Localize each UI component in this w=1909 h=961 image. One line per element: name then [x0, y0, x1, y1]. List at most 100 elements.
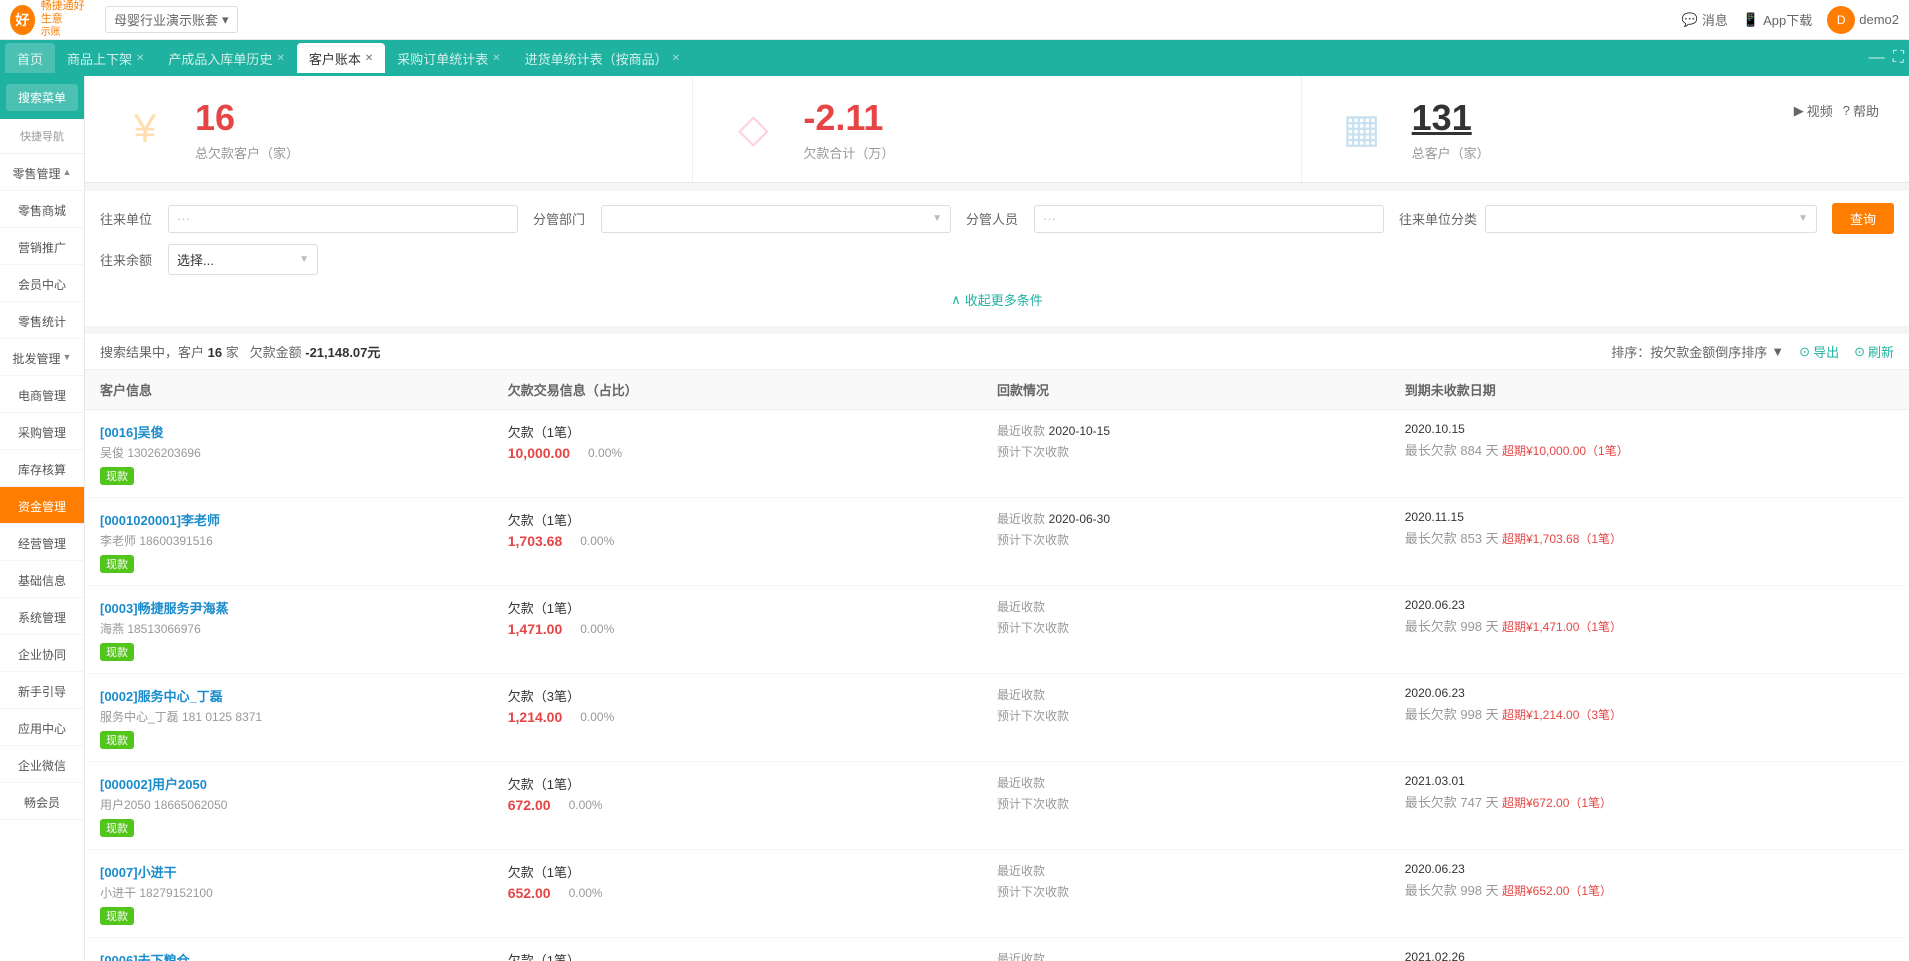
overdue-cell-3: 2020.06.23 最长欠款 998 天 超期¥1,214.00（3笔） — [1405, 686, 1894, 723]
overdue-date-5: 2020.06.23 — [1405, 862, 1894, 876]
debt-amount-0: 10,000.00 — [508, 445, 570, 461]
sidebar-quick-nav: 快捷导航 — [0, 119, 84, 154]
filter-row-2: 往来余额 选择... ▼ — [100, 244, 1894, 275]
refresh-btn[interactable]: ⊙ 刷新 — [1854, 342, 1894, 361]
sidebar-item-inventory[interactable]: 库存核算 — [0, 450, 84, 487]
result-actions: 排序：按欠款金额倒序排序 ▼ ⊙ 导出 ⊙ 刷新 — [1611, 342, 1894, 361]
sidebar-item-finance[interactable]: 资金管理 — [0, 487, 84, 524]
sidebar-item-new-guide[interactable]: 新手引导 — [0, 672, 84, 709]
collection-label-4: 最近收款 — [997, 776, 1045, 790]
search-menu-btn[interactable]: 搜索菜单 — [6, 84, 78, 111]
debt-ratio-0: 0.00% — [588, 446, 622, 460]
debt-cell-5: 欠款（1笔） 652.00 0.00% — [508, 862, 997, 901]
customer-name-4[interactable]: [000002]用户2050 — [100, 774, 508, 793]
customer-name-0[interactable]: [0016]吴俊 — [100, 422, 508, 441]
message-btn[interactable]: 💬 消息 — [1682, 10, 1728, 29]
tab-minimize-icon[interactable]: — — [1869, 49, 1885, 67]
balance-select[interactable]: 选择... ▼ — [168, 244, 318, 275]
chevron-down-icon: ▼ — [1771, 344, 1784, 359]
table-row: [0007]小进干 小进干 18279152100 现款 欠款（1笔） 652.… — [85, 850, 1909, 938]
sidebar-item-enterprise-wechat[interactable]: 企业微信 — [0, 746, 84, 783]
chevron-down-icon: ▼ — [299, 254, 309, 265]
close-icon[interactable]: ✕ — [136, 53, 144, 64]
collection-next-5: 预计下次收款 — [997, 883, 1405, 900]
collapse-btn[interactable]: ∧ 收起更多条件 — [100, 285, 1894, 314]
tab-product-history[interactable]: 产成品入库单历史 ✕ — [156, 43, 296, 73]
export-btn[interactable]: ⊙ 导出 — [1799, 342, 1839, 361]
industry-selector[interactable]: 母婴行业演示账套 ▾ — [105, 6, 238, 33]
user-avatar[interactable]: D demo2 — [1827, 6, 1899, 34]
close-icon[interactable]: ✕ — [492, 53, 500, 64]
unit-category-select[interactable]: ▼ — [1485, 205, 1817, 233]
sidebar-item-purchase-mgmt[interactable]: 采购管理 — [0, 413, 84, 450]
search-button[interactable]: 查询 — [1832, 203, 1894, 234]
overdue-link-5[interactable]: 超期¥652.00（1笔） — [1502, 884, 1612, 898]
col-header-debt: 欠款交易信息（占比） — [508, 380, 997, 399]
phone-icon: 📱 — [1743, 12, 1759, 28]
sidebar-item-enterprise-collab[interactable]: 企业协同 — [0, 635, 84, 672]
tab-purchase-stats[interactable]: 进货单统计表（按商品） ✕ — [513, 43, 692, 73]
close-icon[interactable]: ✕ — [365, 53, 373, 64]
filter-area: 往来单位 ··· 分管部门 ▼ 分管人员 ··· — [85, 191, 1909, 326]
collection-date-0: 2020-10-15 — [1049, 424, 1110, 438]
tab-home[interactable]: 首页 — [5, 43, 55, 73]
customer-name-5[interactable]: [0007]小进干 — [100, 862, 508, 881]
customer-info-1: 李老师 18600391516 — [100, 532, 508, 549]
sidebar-item-business-mgmt[interactable]: 经营管理 — [0, 524, 84, 561]
sidebar-item-app-center[interactable]: 应用中心 — [0, 709, 84, 746]
customer-name-3[interactable]: [0002]服务中心_丁磊 — [100, 686, 508, 705]
debt-count-4: 欠款（1笔） — [508, 774, 997, 793]
view-btn[interactable]: ▶ 视频 — [1794, 101, 1833, 120]
overdue-days-3: 最长欠款 998 天 超期¥1,214.00（3笔） — [1405, 704, 1894, 723]
overdue-link-1[interactable]: 超期¥1,703.68（1笔） — [1502, 532, 1622, 546]
debt-cell-4: 欠款（1笔） 672.00 0.00% — [508, 774, 997, 813]
stat-number-0: 16 — [195, 96, 662, 139]
tab-maximize-icon[interactable]: ⛶ — [1893, 49, 1904, 67]
sidebar-item-retail-mall[interactable]: 零售商城 — [0, 191, 84, 228]
tag-now-2: 现款 — [100, 643, 134, 661]
tag-now-0: 现款 — [100, 467, 134, 485]
from-unit-input[interactable]: ··· — [168, 205, 518, 233]
sidebar-item-member-center[interactable]: 会员中心 — [0, 265, 84, 302]
sidebar-item-vip-member[interactable]: 畅会员 — [0, 783, 84, 820]
sidebar-item-system-mgmt[interactable]: 系统管理 — [0, 598, 84, 635]
customer-info-3: 服务中心_丁磊 181 0125 8371 — [100, 708, 508, 725]
help-btn[interactable]: ? 帮助 — [1843, 101, 1879, 120]
sort-select[interactable]: 排序：按欠款金额倒序排序 ▼ — [1611, 342, 1784, 361]
sidebar-item-ecommerce[interactable]: 电商管理 — [0, 376, 84, 413]
customer-name-2[interactable]: [0003]畅捷服务尹海蒸 — [100, 598, 508, 617]
overdue-link-0[interactable]: 超期¥10,000.00（1笔） — [1502, 444, 1629, 458]
sort-label: 排序：按欠款金额倒序排序 — [1611, 342, 1767, 361]
stat-actions: ▶ 视频 ? 帮助 — [1794, 96, 1879, 120]
overdue-link-3[interactable]: 超期¥1,214.00（3笔） — [1502, 708, 1622, 722]
debt-cell-0: 欠款（1笔） 10,000.00 0.00% — [508, 422, 997, 461]
collection-cell-0: 最近收款 2020-10-15 预计下次收款 — [997, 422, 1405, 460]
tab-customer-account[interactable]: 客户账本 ✕ — [297, 43, 385, 73]
top-bar: 好 畅捷通好生意示账 母婴行业演示账套 ▾ 💬 消息 📱 App下载 D dem… — [0, 0, 1909, 40]
debt-ratio-1: 0.00% — [580, 534, 614, 548]
customer-cell-5: [0007]小进干 小进干 18279152100 现款 — [100, 862, 508, 925]
tab-product-history-label: 产成品入库单历史 — [168, 49, 272, 68]
sidebar-item-retail-stats[interactable]: 零售统计 — [0, 302, 84, 339]
app-download-btn[interactable]: 📱 App下载 — [1743, 10, 1812, 29]
close-icon[interactable]: ✕ — [672, 53, 680, 64]
table-row: [0003]畅捷服务尹海蒸 海燕 18513066976 现款 欠款（1笔） 1… — [85, 586, 1909, 674]
debt-ratio-2: 0.00% — [580, 622, 614, 636]
overdue-date-6: 2021.02.26 — [1405, 950, 1894, 961]
sidebar-item-marketing[interactable]: 营销推广 — [0, 228, 84, 265]
overdue-link-4[interactable]: 超期¥672.00（1笔） — [1502, 796, 1612, 810]
debt-amount-4: 672.00 — [508, 797, 551, 813]
tab-purchase-order[interactable]: 采购订单统计表 ✕ — [385, 43, 512, 73]
sidebar-item-batch-mgmt[interactable]: 批发管理 ▼ — [0, 339, 84, 376]
collection-next-3: 预计下次收款 — [997, 707, 1405, 724]
close-icon[interactable]: ✕ — [276, 53, 284, 64]
tab-product-shelf[interactable]: 商品上下架 ✕ — [55, 43, 156, 73]
overdue-link-2[interactable]: 超期¥1,471.00（1笔） — [1502, 620, 1622, 634]
customer-name-6[interactable]: [0006]去下粮仓 — [100, 950, 508, 961]
sidebar-item-basic-info[interactable]: 基础信息 — [0, 561, 84, 598]
sidebar-item-retail-mgmt[interactable]: 零售管理 ▲ — [0, 154, 84, 191]
person-input[interactable]: ··· — [1034, 205, 1384, 233]
customer-cell-1: [0001020001]李老师 李老师 18600391516 现款 — [100, 510, 508, 573]
customer-name-1[interactable]: [0001020001]李老师 — [100, 510, 508, 529]
department-select[interactable]: ▼ — [601, 205, 951, 233]
